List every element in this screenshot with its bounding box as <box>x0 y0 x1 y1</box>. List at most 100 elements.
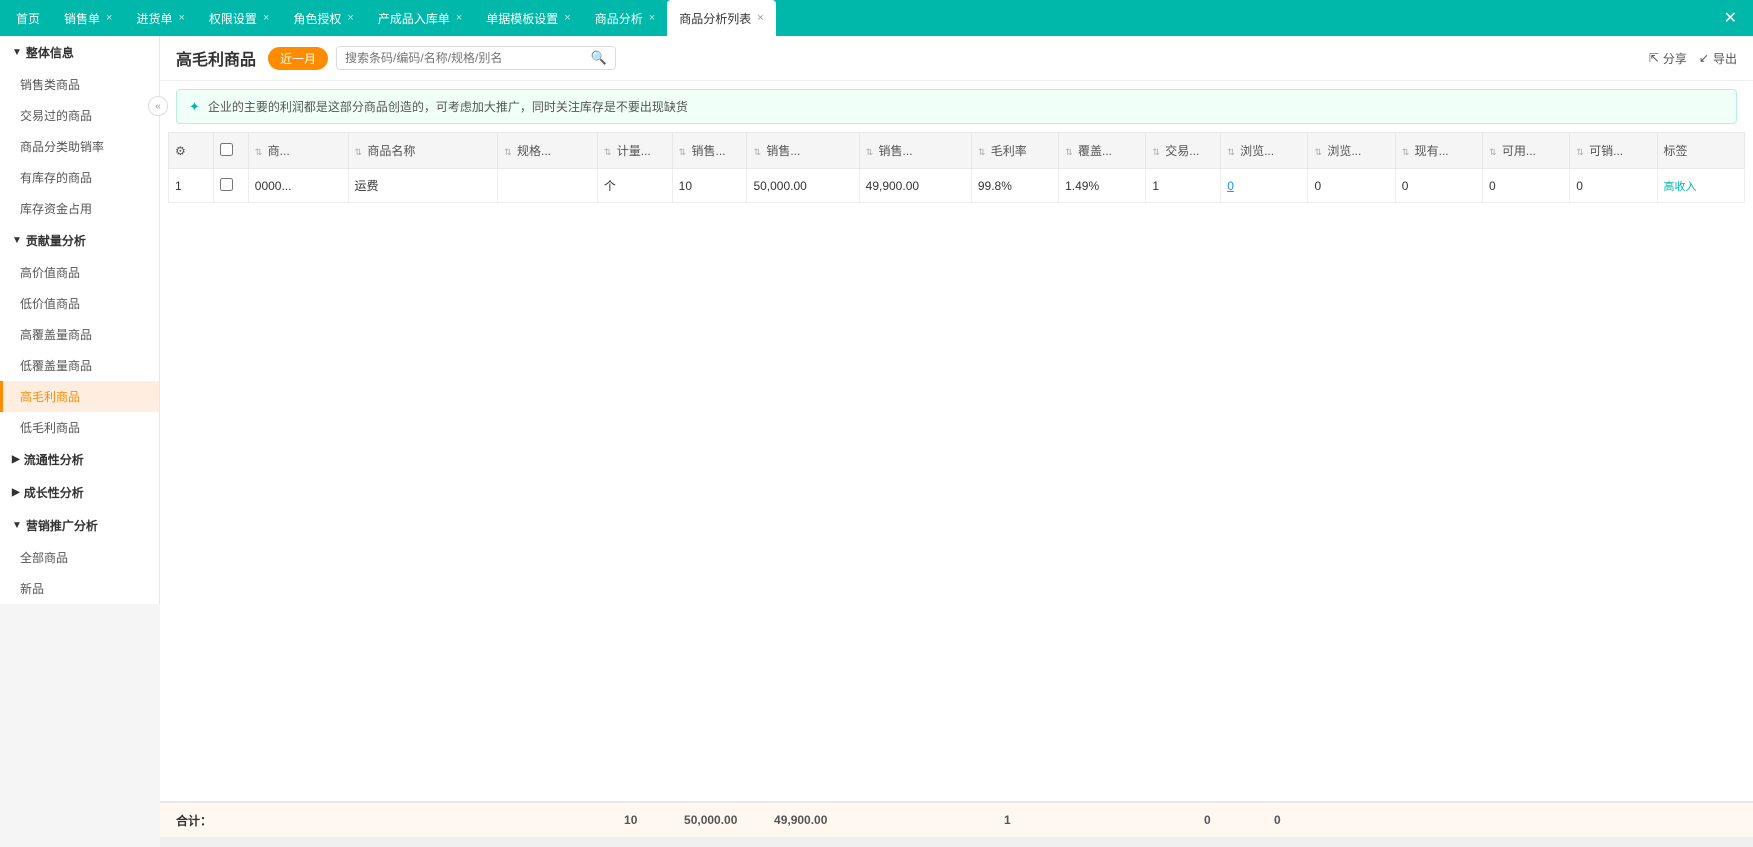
close-template-tab[interactable]: × <box>564 12 570 24</box>
nav-product-analysis[interactable]: 商品分析 × <box>583 0 667 36</box>
cell-tx: 1 <box>1146 169 1221 203</box>
sort-icon-margin: ⇅ <box>978 147 986 157</box>
sidebar-group-growth[interactable]: ▶ 成长性分析 <box>0 476 159 509</box>
table-row: 1 0000... 运费 个 10 50,000.00 49,900.00 99… <box>169 169 1745 203</box>
row-checkbox[interactable] <box>220 178 233 191</box>
sidebar-item-high-coverage[interactable]: 高覆盖量商品 <box>0 319 159 350</box>
share-icon: ⇱ <box>1649 51 1659 65</box>
close-analysis-tab[interactable]: × <box>649 12 655 24</box>
nav-purchase[interactable]: 进货单 × <box>124 0 196 36</box>
nav-sales[interactable]: 销售单 × <box>52 0 124 36</box>
sidebar-item-sales-goods[interactable]: 销售类商品 <box>0 69 159 100</box>
search-icon[interactable]: 🔍 <box>591 50 607 66</box>
settings-icon[interactable]: ⚙ <box>175 144 186 158</box>
close-permissions-tab[interactable]: × <box>263 12 269 24</box>
col-header-margin[interactable]: ⇅ 毛利率 <box>971 133 1058 169</box>
cell-name: 运费 <box>348 169 498 203</box>
sort-icon-browse2: ⇅ <box>1314 147 1322 157</box>
footer-sales-qty: 10 <box>624 813 684 827</box>
sort-icon-sales-amt: ⇅ <box>753 147 761 157</box>
col-header-stock1[interactable]: ⇅ 现有... <box>1395 133 1482 169</box>
collapse-arrow-marketing: ▼ <box>12 520 22 531</box>
sidebar-item-low-margin[interactable]: 低毛利商品 <box>0 412 159 443</box>
nav-permissions[interactable]: 权限设置 × <box>197 0 281 36</box>
close-purchase-tab[interactable]: × <box>178 12 184 24</box>
sort-icon-name: ⇅ <box>355 147 363 157</box>
top-navigation: 首页 销售单 × 进货单 × 权限设置 × 角色授权 × 产成品入库单 × 单据… <box>0 0 1753 36</box>
content-header: 高毛利商品 近一月 🔍 ⇱ 分享 ↙ 导出 <box>160 36 1753 81</box>
close-sales-tab[interactable]: × <box>106 12 112 24</box>
nav-home[interactable]: 首页 <box>4 0 52 36</box>
info-icon: ✦ <box>189 99 200 115</box>
cell-sales-amt: 50,000.00 <box>747 169 859 203</box>
close-roles-tab[interactable]: × <box>347 12 353 24</box>
sidebar-collapse-button[interactable]: « <box>148 96 168 116</box>
sort-icon-tx: ⇅ <box>1152 147 1160 157</box>
cell-stock2: 0 <box>1482 169 1569 203</box>
sort-icon-sales-profit: ⇅ <box>866 147 874 157</box>
sort-icon-sales-qty: ⇅ <box>679 147 687 157</box>
sidebar-item-low-coverage[interactable]: 低覆盖量商品 <box>0 350 159 381</box>
header-actions: ⇱ 分享 ↙ 导出 <box>1649 50 1737 67</box>
nav-finished-goods[interactable]: 产成品入库单 × <box>366 0 474 36</box>
sidebar-group-marketing[interactable]: ▼ 营销推广分析 <box>0 509 159 542</box>
sidebar-item-category-assist[interactable]: 商品分类助销率 <box>0 131 159 162</box>
close-finished-goods-tab[interactable]: × <box>456 12 462 24</box>
sidebar-item-traded-goods[interactable]: 交易过的商品 <box>0 100 159 131</box>
sidebar-group-liquidity[interactable]: ▶ 流通性分析 <box>0 443 159 476</box>
close-analysis-list-tab[interactable]: × <box>757 12 763 24</box>
cell-code: 0000... <box>248 169 348 203</box>
table-header-row: ⚙ ⇅ 商... ⇅ 商品名称 <box>169 133 1745 169</box>
collapse-arrow-overall: ▼ <box>12 47 22 58</box>
export-button[interactable]: ↙ 导出 <box>1699 50 1737 67</box>
col-header-sales-profit[interactable]: ⇅ 销售... <box>859 133 971 169</box>
cell-browse1[interactable]: 0 <box>1221 169 1308 203</box>
footer-stock2: 0 <box>1274 813 1344 827</box>
cell-coverage: 1.49% <box>1059 169 1146 203</box>
filter-month-button[interactable]: 近一月 <box>268 47 328 70</box>
col-header-code[interactable]: ⇅ 商... <box>248 133 348 169</box>
col-header-spec[interactable]: ⇅ 规格... <box>498 133 598 169</box>
page-title: 高毛利商品 <box>176 46 256 70</box>
sidebar-item-new-products[interactable]: 新品 <box>0 573 159 604</box>
export-icon: ↙ <box>1699 51 1709 65</box>
col-header-unit[interactable]: ⇅ 计量... <box>597 133 672 169</box>
sort-icon-unit: ⇅ <box>604 147 612 157</box>
sort-icon-coverage: ⇅ <box>1065 147 1073 157</box>
sidebar-item-in-stock-goods[interactable]: 有库存的商品 <box>0 162 159 193</box>
table-body: 1 0000... 运费 个 10 50,000.00 49,900.00 99… <box>169 169 1745 203</box>
sidebar-item-all-goods[interactable]: 全部商品 <box>0 542 159 573</box>
sidebar-item-stock-capital[interactable]: 库存资金占用 <box>0 193 159 224</box>
share-button[interactable]: ⇱ 分享 <box>1649 50 1687 67</box>
footer-tx: 1 <box>1004 813 1064 827</box>
cell-check[interactable] <box>213 169 248 203</box>
col-header-coverage[interactable]: ⇅ 覆盖... <box>1059 133 1146 169</box>
cell-spec <box>498 169 598 203</box>
nav-template-settings[interactable]: 单据模板设置 × <box>474 0 582 36</box>
col-header-sellable[interactable]: ⇅ 可销... <box>1570 133 1657 169</box>
data-table-container: ⚙ ⇅ 商... ⇅ 商品名称 <box>160 132 1753 801</box>
content-area: 高毛利商品 近一月 🔍 ⇱ 分享 ↙ 导出 ✦ 企业的主要的利润都是这部分商品创… <box>160 36 1753 847</box>
sidebar-group-contribution[interactable]: ▼ 贡献量分析 <box>0 224 159 257</box>
nav-roles[interactable]: 角色授权 × <box>281 0 365 36</box>
col-header-browse2[interactable]: ⇅ 浏览... <box>1308 133 1395 169</box>
col-header-tx[interactable]: ⇅ 交易... <box>1146 133 1221 169</box>
search-input[interactable] <box>345 51 591 65</box>
sidebar-group-overall[interactable]: ▼ 整体信息 <box>0 36 159 69</box>
select-all-checkbox[interactable] <box>220 143 233 156</box>
bottom-scrollbar[interactable] <box>160 837 1753 847</box>
cell-sales-profit: 49,900.00 <box>859 169 971 203</box>
sort-icon-code: ⇅ <box>255 147 263 157</box>
col-header-sales-amt[interactable]: ⇅ 销售... <box>747 133 859 169</box>
sidebar-item-high-margin[interactable]: 高毛利商品 <box>0 381 159 412</box>
window-close-button[interactable]: ✕ <box>1712 8 1749 28</box>
sidebar-item-low-value[interactable]: 低价值商品 <box>0 288 159 319</box>
nav-analysis-list[interactable]: 商品分析列表 × <box>667 0 775 36</box>
col-header-browse1[interactable]: ⇅ 浏览... <box>1221 133 1308 169</box>
footer-stock1: 0 <box>1204 813 1274 827</box>
col-header-sales-qty[interactable]: ⇅ 销售... <box>672 133 747 169</box>
sidebar-item-high-value[interactable]: 高价值商品 <box>0 257 159 288</box>
col-header-stock2[interactable]: ⇅ 可用... <box>1482 133 1569 169</box>
sort-icon-stock1: ⇅ <box>1402 147 1410 157</box>
col-header-name[interactable]: ⇅ 商品名称 <box>348 133 498 169</box>
